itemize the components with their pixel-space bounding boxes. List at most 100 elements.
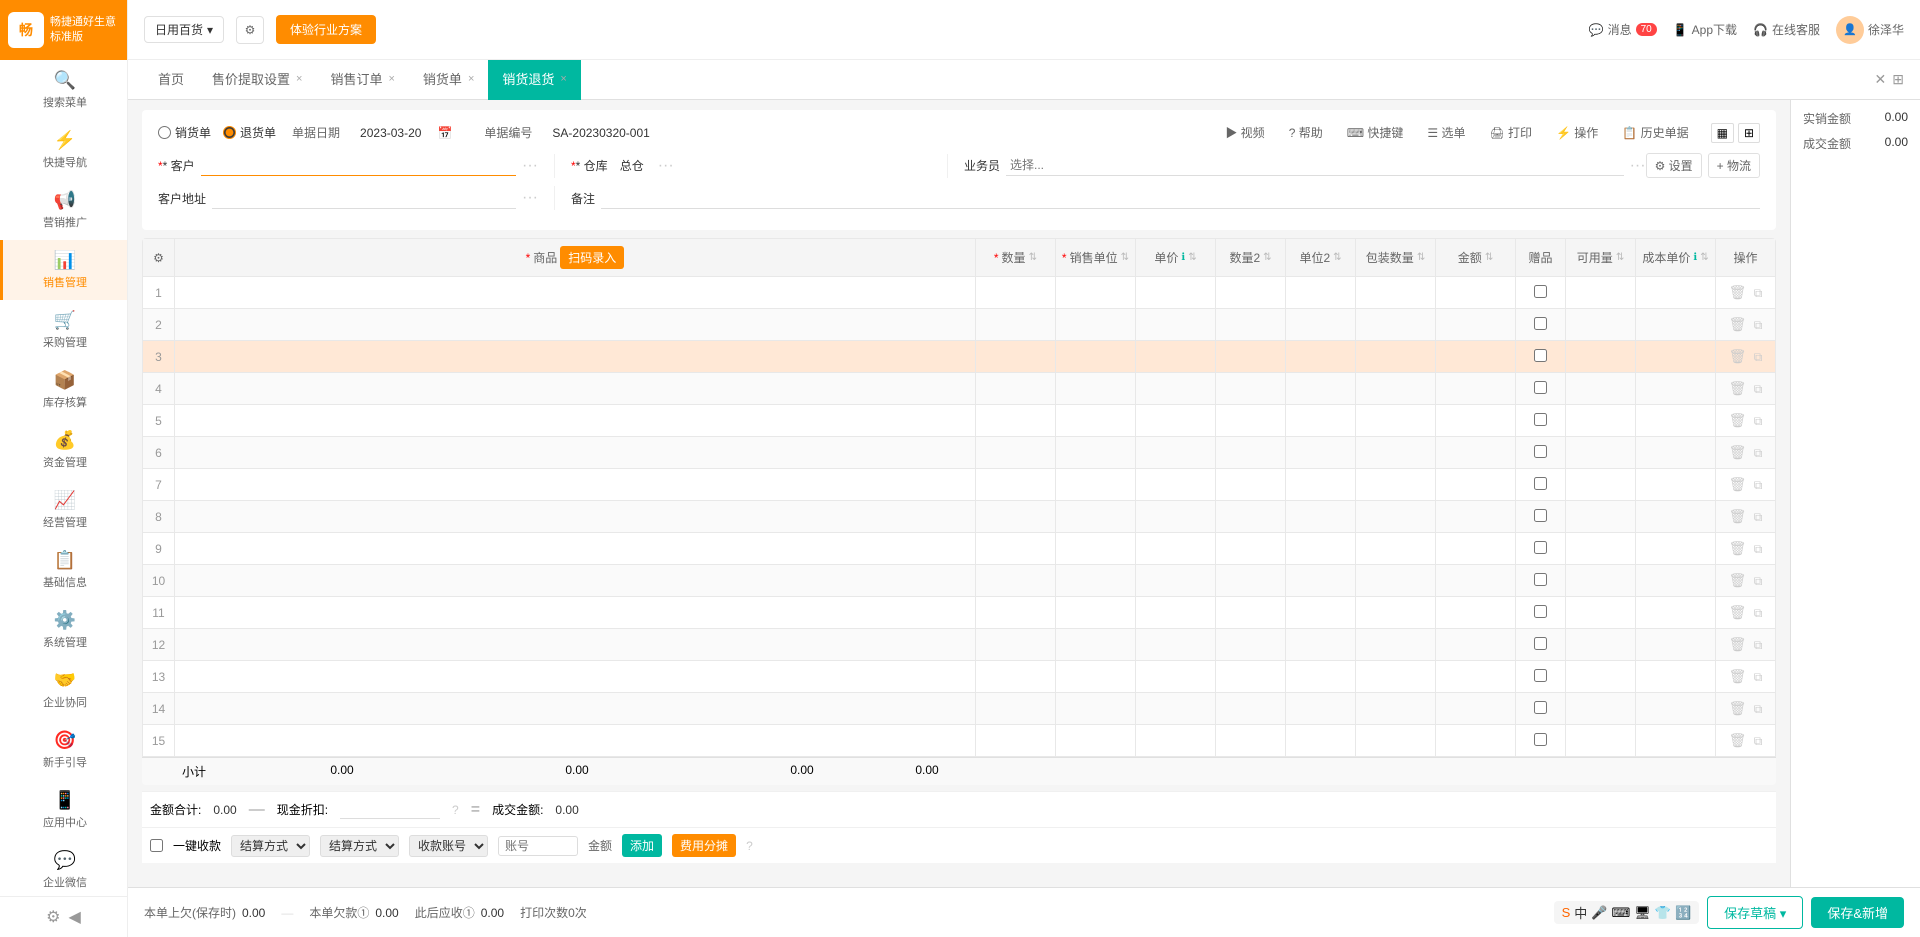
- qty2-cell-8[interactable]: [1216, 501, 1286, 533]
- toolbar-help-btn[interactable]: ? 帮助: [1283, 122, 1329, 143]
- price-cell-13[interactable]: [1136, 661, 1216, 693]
- tab-sale-order[interactable]: 销售订单×: [316, 60, 408, 100]
- qty-cell-8[interactable]: [975, 501, 1055, 533]
- calc-select[interactable]: 结算方式: [320, 835, 399, 857]
- sidebar-item-newbie[interactable]: 🎯新手引导: [0, 720, 127, 780]
- avail-cell-10[interactable]: [1566, 565, 1636, 597]
- sidebar-item-basic[interactable]: 📋基础信息: [0, 540, 127, 600]
- pkg-cell-14[interactable]: [1356, 693, 1436, 725]
- unit-cell-11[interactable]: [1055, 597, 1135, 629]
- unit2-cell-7[interactable]: [1286, 469, 1356, 501]
- cost-cell-7[interactable]: [1636, 469, 1716, 501]
- unit2-cell-11[interactable]: [1286, 597, 1356, 629]
- user-menu[interactable]: 👤 徐泽华: [1836, 16, 1904, 44]
- gift-checkbox-1[interactable]: [1534, 285, 1547, 298]
- tool-keyboard-icon[interactable]: ⌨: [1612, 905, 1631, 921]
- gift-cell-5[interactable]: [1516, 405, 1566, 437]
- app-download-button[interactable]: 📱 App下载: [1673, 21, 1737, 38]
- gift-checkbox-6[interactable]: [1534, 445, 1547, 458]
- tool-zh-icon[interactable]: 中: [1574, 903, 1587, 922]
- address-dots[interactable]: ···: [522, 189, 538, 207]
- copy-row-7[interactable]: ⧉: [1754, 478, 1763, 492]
- gift-cell-13[interactable]: [1516, 661, 1566, 693]
- delete-row-11[interactable]: 🗑: [1729, 604, 1747, 620]
- experience-button[interactable]: 体验行业方案: [276, 15, 376, 44]
- gift-cell-9[interactable]: [1516, 533, 1566, 565]
- cost-cell-2[interactable]: [1636, 309, 1716, 341]
- copy-row-12[interactable]: ⧉: [1754, 638, 1763, 652]
- method-select[interactable]: 结算方式: [231, 835, 310, 857]
- sidebar-item-search[interactable]: 🔍搜索菜单: [0, 60, 127, 120]
- pkg-cell-7[interactable]: [1356, 469, 1436, 501]
- delete-row-5[interactable]: 🗑: [1729, 412, 1747, 428]
- avail-cell-6[interactable]: [1566, 437, 1636, 469]
- discount-input[interactable]: [340, 800, 440, 819]
- save-draft-arrow[interactable]: ▾: [1780, 906, 1787, 921]
- product-cell-1[interactable]: [175, 277, 976, 309]
- qty-cell-7[interactable]: [975, 469, 1055, 501]
- unit2-cell-4[interactable]: [1286, 373, 1356, 405]
- qty-cell-1[interactable]: [975, 277, 1055, 309]
- unit2-cell-8[interactable]: [1286, 501, 1356, 533]
- qty-cell-6[interactable]: [975, 437, 1055, 469]
- product-cell-8[interactable]: [175, 501, 976, 533]
- pkg-cell-5[interactable]: [1356, 405, 1436, 437]
- sidebar-settings-icon[interactable]: ⚙: [46, 907, 60, 927]
- unit2-cell-2[interactable]: [1286, 309, 1356, 341]
- copy-row-15[interactable]: ⧉: [1754, 734, 1763, 748]
- qty-cell-11[interactable]: [975, 597, 1055, 629]
- unit-cell-1[interactable]: [1055, 277, 1135, 309]
- unit-sort-icon[interactable]: ⇅: [1121, 252, 1129, 263]
- avail-cell-14[interactable]: [1566, 693, 1636, 725]
- toolbar-history-btn[interactable]: 📋 历史单据: [1616, 122, 1694, 143]
- delete-row-8[interactable]: 🗑: [1729, 508, 1747, 524]
- product-input-3[interactable]: [181, 350, 969, 364]
- price-cell-15[interactable]: [1136, 725, 1216, 757]
- tool-s-icon[interactable]: S: [1562, 905, 1571, 920]
- price-cell-14[interactable]: [1136, 693, 1216, 725]
- copy-row-13[interactable]: ⧉: [1754, 670, 1763, 684]
- delete-row-2[interactable]: 🗑: [1729, 316, 1747, 332]
- qty-cell-2[interactable]: [975, 309, 1055, 341]
- unit2-cell-13[interactable]: [1286, 661, 1356, 693]
- cost-cell-9[interactable]: [1636, 533, 1716, 565]
- unit-cell-12[interactable]: [1055, 629, 1135, 661]
- pkg-cell-10[interactable]: [1356, 565, 1436, 597]
- sidebar-item-apps[interactable]: 📱应用中心: [0, 780, 127, 840]
- sidebar-item-enterprise[interactable]: 🤝企业协同: [0, 660, 127, 720]
- gift-checkbox-4[interactable]: [1534, 381, 1547, 394]
- qty2-cell-15[interactable]: [1216, 725, 1286, 757]
- add-fee-button[interactable]: 添加: [622, 834, 662, 857]
- delete-row-12[interactable]: 🗑: [1729, 636, 1747, 652]
- gift-checkbox-15[interactable]: [1534, 733, 1547, 746]
- pkg-cell-4[interactable]: [1356, 373, 1436, 405]
- fee-split-button[interactable]: 费用分摊: [672, 834, 736, 857]
- product-cell-11[interactable]: [175, 597, 976, 629]
- cost-cell-13[interactable]: [1636, 661, 1716, 693]
- sidebar-item-wechat[interactable]: 💬企业微信: [0, 840, 127, 896]
- amount-cell-6[interactable]: [1436, 437, 1516, 469]
- unit2-cell-1[interactable]: [1286, 277, 1356, 309]
- product-cell-12[interactable]: [175, 629, 976, 661]
- avail-cell-2[interactable]: [1566, 309, 1636, 341]
- customer-dots[interactable]: ···: [522, 157, 538, 175]
- gift-checkbox-9[interactable]: [1534, 541, 1547, 554]
- gear-icon[interactable]: ⚙: [153, 251, 164, 265]
- help-icon[interactable]: ?: [452, 803, 459, 817]
- sidebar-item-finance[interactable]: 💰资金管理: [0, 420, 127, 480]
- qty-sort-icon[interactable]: ⇅: [1029, 252, 1037, 263]
- price-info-icon[interactable]: ℹ: [1181, 252, 1185, 263]
- radio-return-input[interactable]: [223, 126, 236, 139]
- qty2-cell-10[interactable]: [1216, 565, 1286, 597]
- product-cell-13[interactable]: [175, 661, 976, 693]
- cost-cell-15[interactable]: [1636, 725, 1716, 757]
- qty-cell-10[interactable]: [975, 565, 1055, 597]
- qty-cell-4[interactable]: [975, 373, 1055, 405]
- amount-cell-8[interactable]: [1436, 501, 1516, 533]
- product-cell-15[interactable]: [175, 725, 976, 757]
- unit2-cell-15[interactable]: [1286, 725, 1356, 757]
- pkg-cell-3[interactable]: [1356, 341, 1436, 373]
- account-select[interactable]: 收款账号: [409, 835, 488, 857]
- cost-cell-4[interactable]: [1636, 373, 1716, 405]
- pkg-cell-8[interactable]: [1356, 501, 1436, 533]
